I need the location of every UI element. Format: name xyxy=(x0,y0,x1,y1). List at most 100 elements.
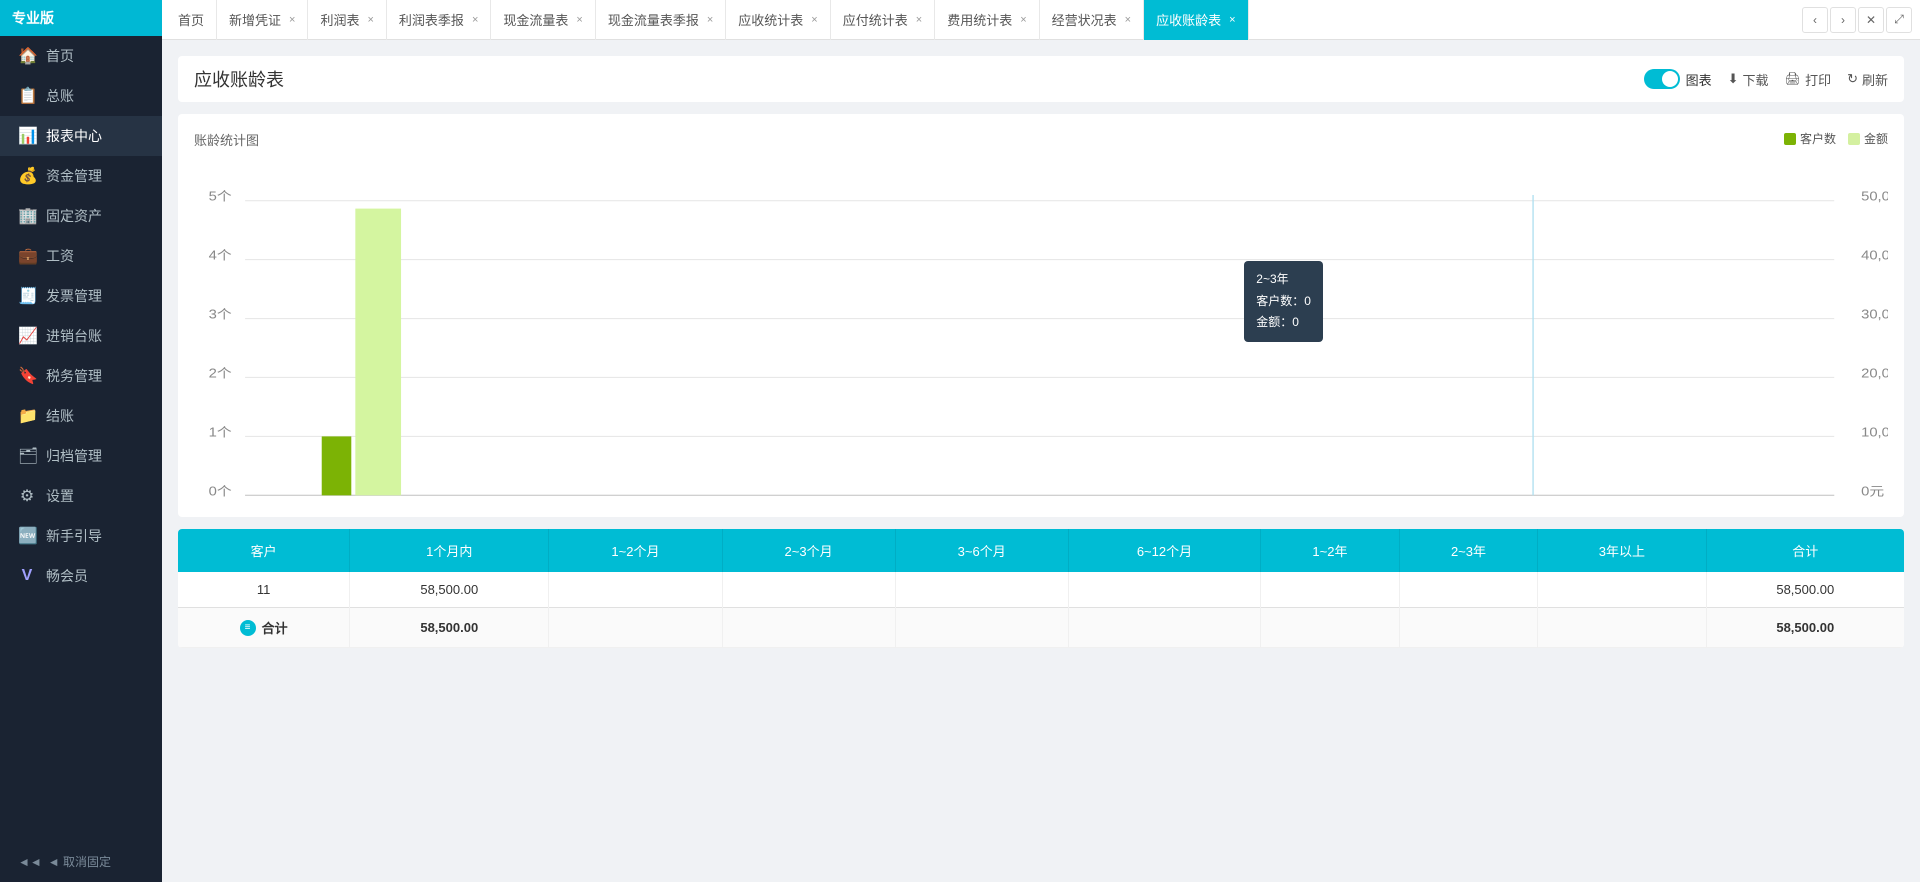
tab-cashflow[interactable]: 现金流量表 × xyxy=(491,0,595,40)
tab-close-cashflow[interactable]: × xyxy=(576,14,582,26)
sidebar-item-home[interactable]: 🏠 首页 xyxy=(0,36,162,76)
cell-y2 xyxy=(1261,572,1400,608)
guide-icon: 🆕 xyxy=(18,526,36,546)
col-over: 3年以上 xyxy=(1538,529,1706,572)
cell-total: 58,500.00 xyxy=(1706,572,1904,608)
svg-text:40,000.00元: 40,000.00元 xyxy=(1861,249,1888,263)
col-m3: 2~3个月 xyxy=(722,529,895,572)
tab-profit[interactable]: 利润表 × xyxy=(308,0,386,40)
tab-close-cashflow-quarter[interactable]: × xyxy=(707,14,713,26)
sidebar-item-label: 畅会员 xyxy=(46,566,88,586)
tax-icon: 🔖 xyxy=(18,366,36,386)
svg-text:4个: 4个 xyxy=(209,249,232,263)
tab-close-all[interactable]: ✕ xyxy=(1858,7,1884,33)
sidebar-item-settings[interactable]: ⚙ 设置 xyxy=(0,476,162,516)
refresh-button[interactable]: ↻ 刷新 xyxy=(1847,70,1888,89)
sidebar-item-label: 报表中心 xyxy=(46,126,102,146)
print-label: 打印 xyxy=(1805,70,1831,89)
tab-close-aging[interactable]: × xyxy=(1229,14,1235,26)
tab-label: 利润表季报 xyxy=(399,10,464,29)
legend-customer: 客户数 xyxy=(1784,130,1836,147)
sidebar-item-label: 税务管理 xyxy=(46,366,102,386)
sidebar-item-reports[interactable]: 📊 报表中心 xyxy=(0,116,162,156)
total-y2 xyxy=(1261,608,1400,648)
refresh-icon: ↻ xyxy=(1847,71,1858,87)
sidebar-pin-toggle[interactable]: ◄◄ ◄ 取消固定 xyxy=(0,841,162,882)
close-icon: 📁 xyxy=(18,406,36,426)
sidebar-item-guide[interactable]: 🆕 新手引导 xyxy=(0,516,162,556)
gear-icon: ⚙ xyxy=(18,486,36,506)
sidebar-item-tax[interactable]: 🔖 税务管理 xyxy=(0,356,162,396)
cell-m3 xyxy=(722,572,895,608)
chart-toggle[interactable]: 图表 xyxy=(1644,69,1712,89)
tab-receivable-stat[interactable]: 应收统计表 × xyxy=(726,0,830,40)
sidebar-item-funds[interactable]: 💰 资金管理 xyxy=(0,156,162,196)
tab-close-expense-stat[interactable]: × xyxy=(1020,14,1026,26)
sidebar-item-close[interactable]: 📁 结账 xyxy=(0,396,162,436)
total-over xyxy=(1538,608,1706,648)
svg-text:5个: 5个 xyxy=(209,190,232,204)
tab-home[interactable]: 首页 xyxy=(166,0,217,40)
sidebar-item-invoice[interactable]: 🧾 发票管理 xyxy=(0,276,162,316)
sidebar-item-label: 设置 xyxy=(46,486,74,506)
sidebar-item-ledger[interactable]: 📋 总账 xyxy=(0,76,162,116)
sidebar-item-vip[interactable]: V 畅会员 xyxy=(0,556,162,596)
col-total: 合计 xyxy=(1706,529,1904,572)
tab-expand[interactable]: ⤢ xyxy=(1886,7,1912,33)
tab-close-voucher[interactable]: × xyxy=(289,14,295,26)
svg-text:10,000.00元: 10,000.00元 xyxy=(1861,425,1888,439)
sidebar-item-salary[interactable]: 💼 工资 xyxy=(0,236,162,276)
sidebar-item-assets[interactable]: 🏢 固定资产 xyxy=(0,196,162,236)
tab-nav-left[interactable]: ‹ xyxy=(1802,7,1828,33)
download-button[interactable]: ⬇ 下载 xyxy=(1728,70,1769,89)
legend-amount-dot xyxy=(1848,133,1860,145)
total-m2 xyxy=(549,608,722,648)
tab-nav-right[interactable]: › xyxy=(1830,7,1856,33)
tab-payable-stat[interactable]: 应付统计表 × xyxy=(831,0,935,40)
archive-icon: 🗂 xyxy=(18,446,36,466)
table-total-row: ≡ 合计 58,500.00 58,500.00 xyxy=(178,608,1904,648)
sidebar-item-archive[interactable]: 🗂 归档管理 xyxy=(0,436,162,476)
table-row: 11 58,500.00 58,500.00 xyxy=(178,572,1904,608)
sidebar-item-label: 资金管理 xyxy=(46,166,102,186)
col-customer: 客户 xyxy=(178,529,350,572)
page-header: 应收账龄表 图表 ⬇ 下载 🖨 打印 ↻ 刷新 xyxy=(178,56,1904,102)
total-m1: 58,500.00 xyxy=(350,608,549,648)
tab-label: 现金流量表 xyxy=(503,10,568,29)
sidebar-item-label: 固定资产 xyxy=(46,206,102,226)
tab-voucher[interactable]: 新增凭证 × xyxy=(217,0,308,40)
svg-text:50,000.00元: 50,000.00元 xyxy=(1861,190,1888,204)
sidebar-item-sales[interactable]: 📈 进销台账 xyxy=(0,316,162,356)
svg-text:3个: 3个 xyxy=(209,308,232,322)
tab-label: 现金流量表季报 xyxy=(608,10,699,29)
col-m12: 6~12个月 xyxy=(1068,529,1260,572)
chart-label: 图表 xyxy=(1686,70,1712,89)
tab-close-payable-stat[interactable]: × xyxy=(916,14,922,26)
svg-text:0个: 0个 xyxy=(209,484,232,498)
tab-cashflow-quarter[interactable]: 现金流量表季报 × xyxy=(596,0,726,40)
toggle-track[interactable] xyxy=(1644,69,1680,89)
cell-over xyxy=(1538,572,1706,608)
tab-expense-stat[interactable]: 费用统计表 × xyxy=(935,0,1039,40)
tab-close-operation[interactable]: × xyxy=(1125,14,1131,26)
print-button[interactable]: 🖨 打印 xyxy=(1785,70,1832,89)
total-label-text: 合计 xyxy=(262,618,288,637)
refresh-label: 刷新 xyxy=(1862,70,1888,89)
cell-customer: 11 xyxy=(178,572,350,608)
tab-label: 应收统计表 xyxy=(738,10,803,29)
aging-table: 客户 1个月内 1~2个月 2~3个月 3~6个月 6~12个月 1~2年 2~… xyxy=(178,529,1904,648)
tab-close-profit-quarter[interactable]: × xyxy=(472,14,478,26)
chart-title: 账龄统计图 xyxy=(194,130,1888,149)
tab-operation[interactable]: 经营状况表 × xyxy=(1040,0,1144,40)
assets-icon: 🏢 xyxy=(18,206,36,226)
page-title: 应收账龄表 xyxy=(194,66,284,92)
sidebar-item-label: 首页 xyxy=(46,46,74,66)
tab-label: 经营状况表 xyxy=(1052,10,1117,29)
tab-profit-quarter[interactable]: 利润表季报 × xyxy=(387,0,491,40)
total-icon: ≡ xyxy=(240,620,256,636)
tab-close-receivable-stat[interactable]: × xyxy=(811,14,817,26)
table-header-row: 客户 1个月内 1~2个月 2~3个月 3~6个月 6~12个月 1~2年 2~… xyxy=(178,529,1904,572)
tab-close-profit[interactable]: × xyxy=(367,14,373,26)
chart-container: 0个 1个 2个 3个 4个 5个 0元 10,000.00元 20,000.0… xyxy=(194,161,1888,501)
tab-aging[interactable]: 应收账龄表 × xyxy=(1144,0,1248,40)
